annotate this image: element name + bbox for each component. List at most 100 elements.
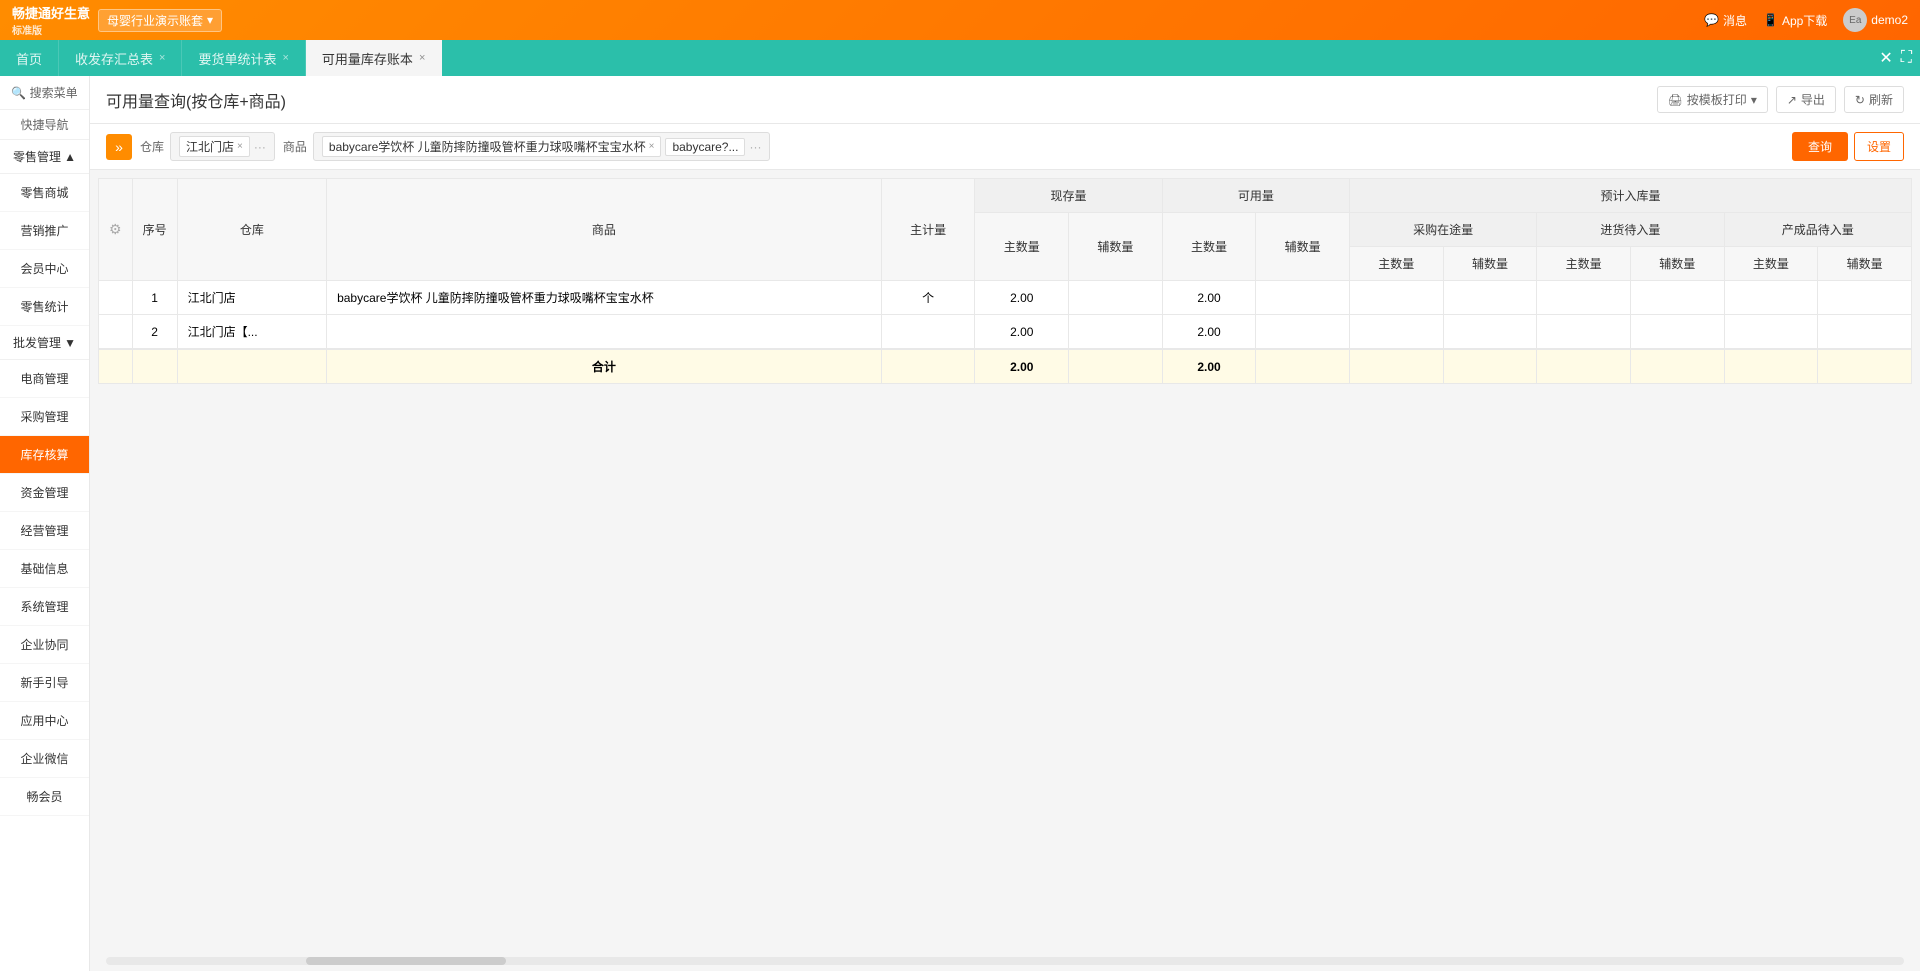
footer-empty2 xyxy=(132,349,177,384)
warehouse-filter-value[interactable]: 江北门店 × ··· xyxy=(170,132,275,161)
query-button[interactable]: 查询 xyxy=(1792,132,1848,161)
tab-home[interactable]: 首页 xyxy=(0,40,59,76)
table-footer-scroll xyxy=(90,951,1920,971)
export-button[interactable]: ↗ 导出 xyxy=(1776,86,1836,113)
industry-selector[interactable]: 母婴行业演示账套 ▾ xyxy=(98,9,222,32)
tab-orders-close[interactable]: × xyxy=(282,52,288,64)
tab-orders[interactable]: 要货单统计表 × xyxy=(182,40,305,76)
footer-purchase-main xyxy=(1349,349,1443,384)
settings-button[interactable]: 设置 xyxy=(1854,132,1904,161)
sidebar-item-retail[interactable]: 零售管理 ▲ xyxy=(0,140,89,174)
table-row: 2 江北门店【... 2.00 2.00 xyxy=(99,315,1912,350)
warehouse-tag: 江北门店 × xyxy=(179,136,250,157)
sidebar-item-wholesale[interactable]: 批发管理 ▼ xyxy=(0,326,89,360)
row1-settings xyxy=(99,281,133,315)
arrival-main-header: 主数量 xyxy=(1537,247,1631,281)
refresh-button[interactable]: ↻ 刷新 xyxy=(1844,86,1904,113)
horizontal-scrollbar-track[interactable] xyxy=(106,957,1904,965)
row1-available-sub xyxy=(1256,281,1350,315)
row2-product xyxy=(327,315,882,350)
sidebar-search[interactable]: 🔍 搜索菜单 xyxy=(0,76,89,110)
product-more-icon[interactable]: ··· xyxy=(749,140,761,154)
sidebar-item-enterprise[interactable]: 企业协同 xyxy=(0,626,89,664)
purchase-main-header: 主数量 xyxy=(1349,247,1443,281)
row2-stock-main: 2.00 xyxy=(975,315,1069,350)
sidebar-item-finance[interactable]: 资金管理 xyxy=(0,474,89,512)
tab-available-close[interactable]: × xyxy=(419,52,425,64)
refresh-icon: ↻ xyxy=(1855,93,1865,107)
footer-production-sub xyxy=(1818,349,1912,384)
table-gear-icon[interactable]: ⚙ xyxy=(109,221,122,237)
page-title: 可用量查询(按仓库+商品) xyxy=(106,88,286,112)
sidebar-quicknav[interactable]: 快捷导航 xyxy=(0,110,89,140)
col-settings-header: ⚙ xyxy=(99,179,133,281)
nav-tabs: 首页 收发存汇总表 × 要货单统计表 × 可用量库存账本 × ✕ ⛶ xyxy=(0,40,1920,76)
footer-production-main xyxy=(1724,349,1818,384)
download-icon: 📱 xyxy=(1763,13,1778,27)
footer-available-main: 2.00 xyxy=(1162,349,1256,384)
row2-warehouse: 江北门店【... xyxy=(177,315,327,350)
sidebar-item-ecommerce[interactable]: 电商管理 xyxy=(0,360,89,398)
page-actions: 🖨 按模板打印 ▾ ↗ 导出 ↻ 刷新 xyxy=(1657,86,1904,113)
sidebar-item-purchase[interactable]: 采购管理 xyxy=(0,398,89,436)
row2-production-sub xyxy=(1818,315,1912,350)
sidebar-item-retailshop[interactable]: 零售商城 xyxy=(0,174,89,212)
col-unit-header: 主计量 xyxy=(881,179,975,281)
footer-arrival-main xyxy=(1537,349,1631,384)
tab-expand[interactable]: ⛶ xyxy=(1901,49,1912,67)
row1-warehouse: 江北门店 xyxy=(177,281,327,315)
tab-receipts-close[interactable]: × xyxy=(159,52,165,64)
row1-purchase-main xyxy=(1349,281,1443,315)
download-link[interactable]: 📱 App下载 xyxy=(1763,12,1827,29)
sidebar-item-business[interactable]: 经营管理 xyxy=(0,512,89,550)
sidebar-item-basic[interactable]: 基础信息 xyxy=(0,550,89,588)
data-table: ⚙ 序号 仓库 商品 主计量 现存量 可用量 预计入库量 主数量 辅数量 主数量 xyxy=(98,178,1912,384)
table-row: 1 江北门店 babycare学饮杯 儿童防摔防撞吸管杯重力球吸嘴杯宝宝水杯 个… xyxy=(99,281,1912,315)
row1-unit: 个 xyxy=(881,281,975,315)
sidebar-item-newbie[interactable]: 新手引导 xyxy=(0,664,89,702)
row2-purchase-sub xyxy=(1443,315,1537,350)
export-icon: ↗ xyxy=(1787,93,1797,107)
row2-production-main xyxy=(1724,315,1818,350)
row1-available-main: 2.00 xyxy=(1162,281,1256,315)
sidebar-item-marketing[interactable]: 营销推广 xyxy=(0,212,89,250)
warehouse-more-icon[interactable]: ··· xyxy=(254,140,266,154)
sidebar-item-vip[interactable]: 畅会员 xyxy=(0,778,89,816)
sidebar-item-inventory[interactable]: 库存核算 xyxy=(0,436,89,474)
content-area: 可用量查询(按仓库+商品) 🖨 按模板打印 ▾ ↗ 导出 ↻ 刷新 » xyxy=(90,76,1920,971)
purchase-sub-header: 辅数量 xyxy=(1443,247,1537,281)
sidebar-item-corpwechat[interactable]: 企业微信 xyxy=(0,740,89,778)
warehouse-tag-remove[interactable]: × xyxy=(237,141,243,152)
footer-empty3 xyxy=(177,349,327,384)
group-stock-header: 现存量 xyxy=(975,179,1162,213)
sidebar-item-retailstats[interactable]: 零售统计 xyxy=(0,288,89,326)
footer-unit xyxy=(881,349,975,384)
chevron-down-icon: ▾ xyxy=(1751,93,1757,107)
row1-stock-main: 2.00 xyxy=(975,281,1069,315)
tab-receipts[interactable]: 收发存汇总表 × xyxy=(59,40,182,76)
row1-production-main xyxy=(1724,281,1818,315)
available-main-header: 主数量 xyxy=(1162,213,1256,281)
filter-expand-button[interactable]: » xyxy=(106,134,132,160)
tab-close-all[interactable]: ✕ xyxy=(1879,48,1892,68)
horizontal-scrollbar-thumb[interactable] xyxy=(306,957,506,965)
sidebar-item-members[interactable]: 会员中心 xyxy=(0,250,89,288)
chevron-down-icon: ▾ xyxy=(207,13,213,27)
message-link[interactable]: 💬 消息 xyxy=(1704,12,1747,29)
product-filter-value[interactable]: babycare学饮杯 儿童防摔防撞吸管杯重力球吸嘴杯宝宝水杯 × babyca… xyxy=(313,132,771,161)
tab-available[interactable]: 可用量库存账本 × xyxy=(306,40,442,76)
user-profile[interactable]: Ea demo2 xyxy=(1843,8,1908,32)
product-tag-1-remove[interactable]: × xyxy=(649,141,655,152)
template-print-button[interactable]: 🖨 按模板打印 ▾ xyxy=(1657,86,1768,113)
col-product-header: 商品 xyxy=(327,179,882,281)
stock-sub-header: 辅数量 xyxy=(1069,213,1163,281)
sidebar-item-system[interactable]: 系统管理 xyxy=(0,588,89,626)
row1-production-sub xyxy=(1818,281,1912,315)
footer-available-sub xyxy=(1256,349,1350,384)
product-tag-1: babycare学饮杯 儿童防摔防撞吸管杯重力球吸嘴杯宝宝水杯 × xyxy=(322,136,662,157)
group-purchase-header: 采购在途量 xyxy=(1349,213,1536,247)
filter-product: 商品 babycare学饮杯 儿童防摔防撞吸管杯重力球吸嘴杯宝宝水杯 × bab… xyxy=(283,132,771,161)
footer-label: 合计 xyxy=(327,349,882,384)
table-container: ⚙ 序号 仓库 商品 主计量 现存量 可用量 预计入库量 主数量 辅数量 主数量 xyxy=(90,170,1920,951)
sidebar-item-appcenter[interactable]: 应用中心 xyxy=(0,702,89,740)
